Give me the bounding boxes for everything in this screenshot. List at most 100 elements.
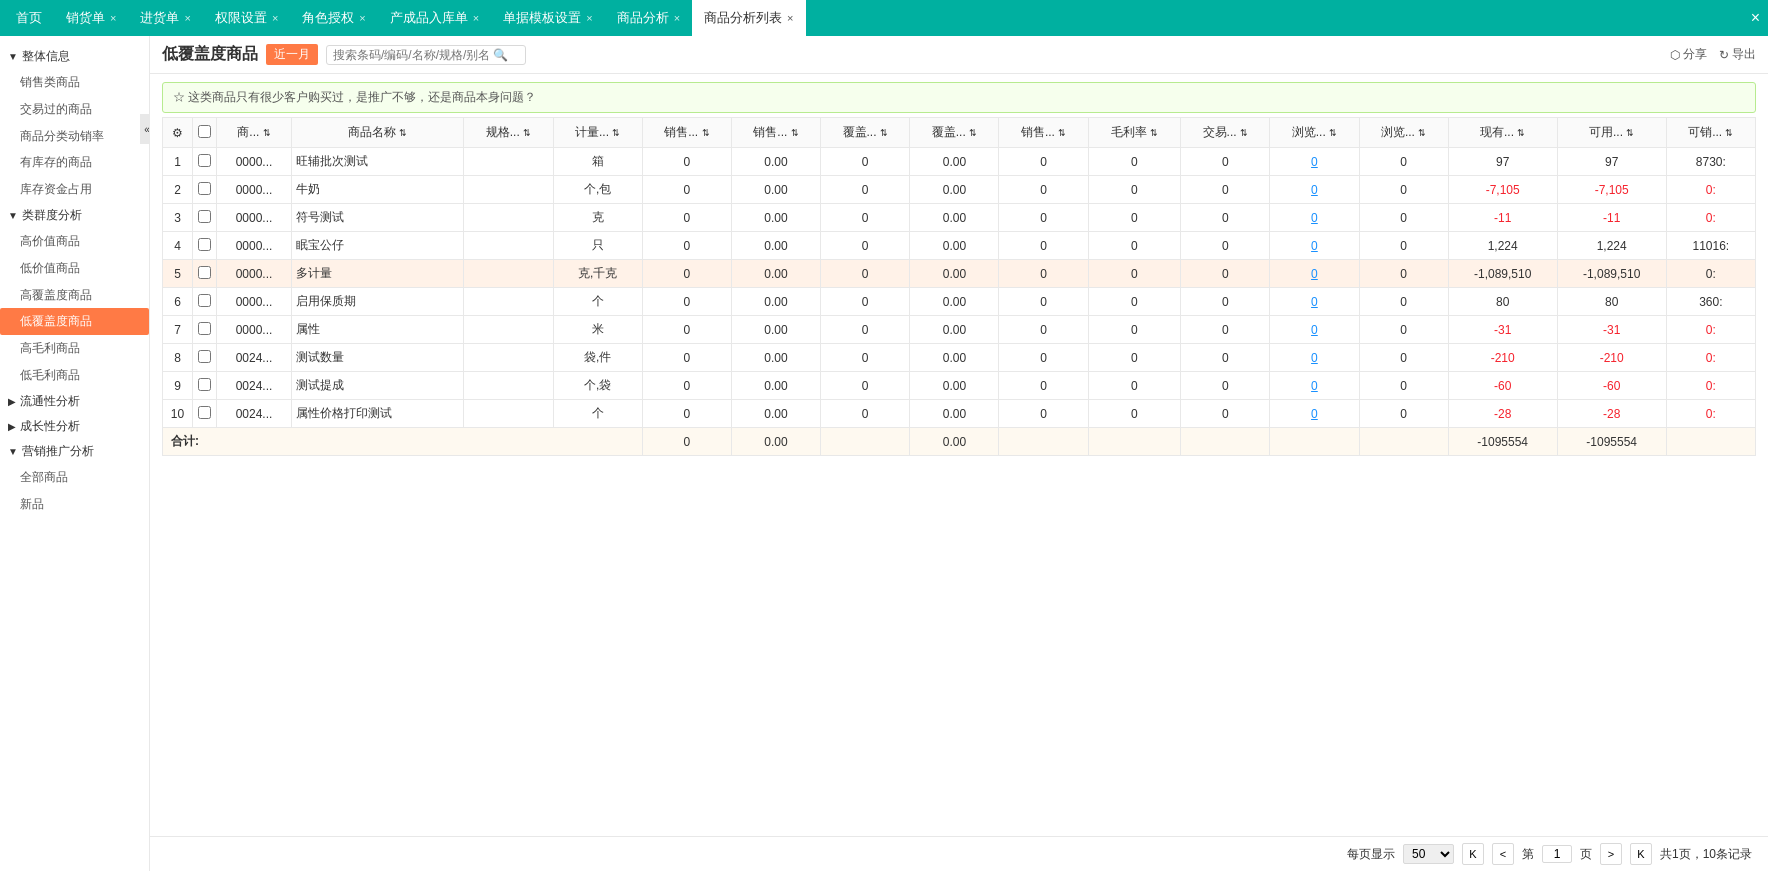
close-icon[interactable]: ×	[586, 12, 592, 24]
th-available[interactable]: 可用... ⇅	[1557, 118, 1666, 148]
sidebar-item-high-margin[interactable]: 高毛利商品	[0, 335, 149, 362]
row-browse1[interactable]: 0	[1270, 288, 1359, 316]
row-checkbox-cell[interactable]	[193, 372, 217, 400]
row-checkbox-cell[interactable]	[193, 148, 217, 176]
row-checkbox-cell[interactable]	[193, 232, 217, 260]
row-checkbox-cell[interactable]	[193, 316, 217, 344]
row-checkbox-cell[interactable]	[193, 204, 217, 232]
th-sales-amt[interactable]: 销售... ⇅	[731, 118, 820, 148]
close-icon[interactable]: ×	[473, 12, 479, 24]
th-cover1[interactable]: 覆盖... ⇅	[821, 118, 910, 148]
close-icon[interactable]: ×	[184, 12, 190, 24]
row-checkbox-cell[interactable]	[193, 400, 217, 428]
th-browse2[interactable]: 浏览... ⇅	[1359, 118, 1448, 148]
nav-tab-templates[interactable]: 单据模板设置 ×	[491, 0, 604, 36]
share-button[interactable]: ⬡ 分享	[1670, 46, 1707, 63]
period-button[interactable]: 近一月	[266, 44, 318, 65]
th-sales2[interactable]: 销售... ⇅	[999, 118, 1088, 148]
nav-tab-purchase[interactable]: 进货单 ×	[128, 0, 202, 36]
nav-tab-home[interactable]: 首页	[4, 0, 54, 36]
sidebar-item-high-value[interactable]: 高价值商品	[0, 228, 149, 255]
nav-tab-sales[interactable]: 销货单 ×	[54, 0, 128, 36]
sidebar-group-marketing[interactable]: ▼ 营销推广分析	[0, 439, 149, 464]
sidebar-item-all-products[interactable]: 全部商品	[0, 464, 149, 491]
th-browse1[interactable]: 浏览... ⇅	[1270, 118, 1359, 148]
close-icon[interactable]: ×	[272, 12, 278, 24]
nav-tab-analysis[interactable]: 商品分析 ×	[605, 0, 692, 36]
sidebar-item-sales-products[interactable]: 销售类商品	[0, 69, 149, 96]
th-gross-rate[interactable]: 毛利率 ⇅	[1088, 118, 1180, 148]
nav-tab-production[interactable]: 产成品入库单 ×	[378, 0, 491, 36]
row-browse1[interactable]: 0	[1270, 260, 1359, 288]
sidebar-collapse-button[interactable]: «	[140, 114, 150, 144]
row-sales-amt: 0.00	[731, 148, 820, 176]
last-page-button[interactable]: K	[1630, 843, 1652, 865]
sidebar-item-stock-capital[interactable]: 库存资金占用	[0, 176, 149, 203]
row-browse1[interactable]: 0	[1270, 204, 1359, 232]
sidebar-item-traded-products[interactable]: 交易过的商品	[0, 96, 149, 123]
page-number-input[interactable]	[1542, 845, 1572, 863]
sidebar-group-growth[interactable]: ▶ 成长性分析	[0, 414, 149, 439]
search-input[interactable]	[333, 48, 493, 62]
close-icon[interactable]: ×	[359, 12, 365, 24]
close-all-button[interactable]: ×	[1751, 9, 1760, 27]
row-checkbox-cell[interactable]	[193, 344, 217, 372]
row-checkbox[interactable]	[198, 350, 211, 363]
row-browse1[interactable]: 0	[1270, 372, 1359, 400]
page-unit: 页	[1580, 846, 1592, 863]
row-browse1[interactable]: 0	[1270, 232, 1359, 260]
row-checkbox[interactable]	[198, 294, 211, 307]
close-icon[interactable]: ×	[110, 12, 116, 24]
row-checkbox[interactable]	[198, 238, 211, 251]
row-browse1[interactable]: 0	[1270, 176, 1359, 204]
sidebar-group-cluster[interactable]: ▼ 类群度分析	[0, 203, 149, 228]
th-cover2[interactable]: 覆盖... ⇅	[910, 118, 999, 148]
close-icon[interactable]: ×	[787, 12, 793, 24]
select-all-checkbox[interactable]	[198, 125, 211, 138]
row-checkbox[interactable]	[198, 322, 211, 335]
th-trade[interactable]: 交易... ⇅	[1181, 118, 1270, 148]
prev-page-button[interactable]: <	[1492, 843, 1514, 865]
row-browse1[interactable]: 0	[1270, 148, 1359, 176]
nav-tab-roles[interactable]: 角色授权 ×	[290, 0, 377, 36]
row-checkbox-cell[interactable]	[193, 288, 217, 316]
row-browse1[interactable]: 0	[1270, 316, 1359, 344]
row-browse2: 0	[1359, 316, 1448, 344]
first-page-button[interactable]: K	[1462, 843, 1484, 865]
th-unit[interactable]: 计量... ⇅	[553, 118, 642, 148]
row-browse1[interactable]: 0	[1270, 400, 1359, 428]
nav-tab-permissions[interactable]: 权限设置 ×	[203, 0, 290, 36]
row-browse1[interactable]: 0	[1270, 344, 1359, 372]
nav-tab-analysis-list[interactable]: 商品分析列表 ×	[692, 0, 805, 36]
sidebar-item-low-coverage[interactable]: 低覆盖度商品	[0, 308, 149, 335]
th-name[interactable]: 商品名称 ⇅	[292, 118, 464, 148]
sidebar-item-new-products[interactable]: 新品	[0, 491, 149, 518]
row-checkbox-cell[interactable]	[193, 260, 217, 288]
row-checkbox[interactable]	[198, 406, 211, 419]
sidebar-group-circulation[interactable]: ▶ 流通性分析	[0, 389, 149, 414]
row-checkbox[interactable]	[198, 210, 211, 223]
th-code[interactable]: 商... ⇅	[217, 118, 292, 148]
sidebar-item-in-stock[interactable]: 有库存的商品	[0, 149, 149, 176]
sidebar-item-low-margin[interactable]: 低毛利商品	[0, 362, 149, 389]
sidebar-item-high-coverage[interactable]: 高覆盖度商品	[0, 282, 149, 309]
sidebar-item-low-value[interactable]: 低价值商品	[0, 255, 149, 282]
row-checkbox[interactable]	[198, 182, 211, 195]
row-checkbox[interactable]	[198, 154, 211, 167]
row-checkbox[interactable]	[198, 378, 211, 391]
row-checkbox[interactable]	[198, 266, 211, 279]
th-settings[interactable]: ⚙	[163, 118, 193, 148]
th-sellable[interactable]: 可销... ⇅	[1666, 118, 1755, 148]
export-button[interactable]: ↻ 导出	[1719, 46, 1756, 63]
th-current[interactable]: 现有... ⇅	[1448, 118, 1557, 148]
row-name: 眠宝公仔	[292, 232, 464, 260]
close-icon[interactable]: ×	[674, 12, 680, 24]
row-checkbox-cell[interactable]	[193, 176, 217, 204]
sidebar-group-overall[interactable]: ▼ 整体信息	[0, 44, 149, 69]
sidebar-item-category-rate[interactable]: 商品分类动销率	[0, 123, 149, 150]
th-spec[interactable]: 规格... ⇅	[464, 118, 553, 148]
page-size-select[interactable]: 50 100 200	[1403, 844, 1454, 864]
next-page-button[interactable]: >	[1600, 843, 1622, 865]
search-icon[interactable]: 🔍	[493, 48, 508, 62]
th-sales-qty[interactable]: 销售... ⇅	[642, 118, 731, 148]
